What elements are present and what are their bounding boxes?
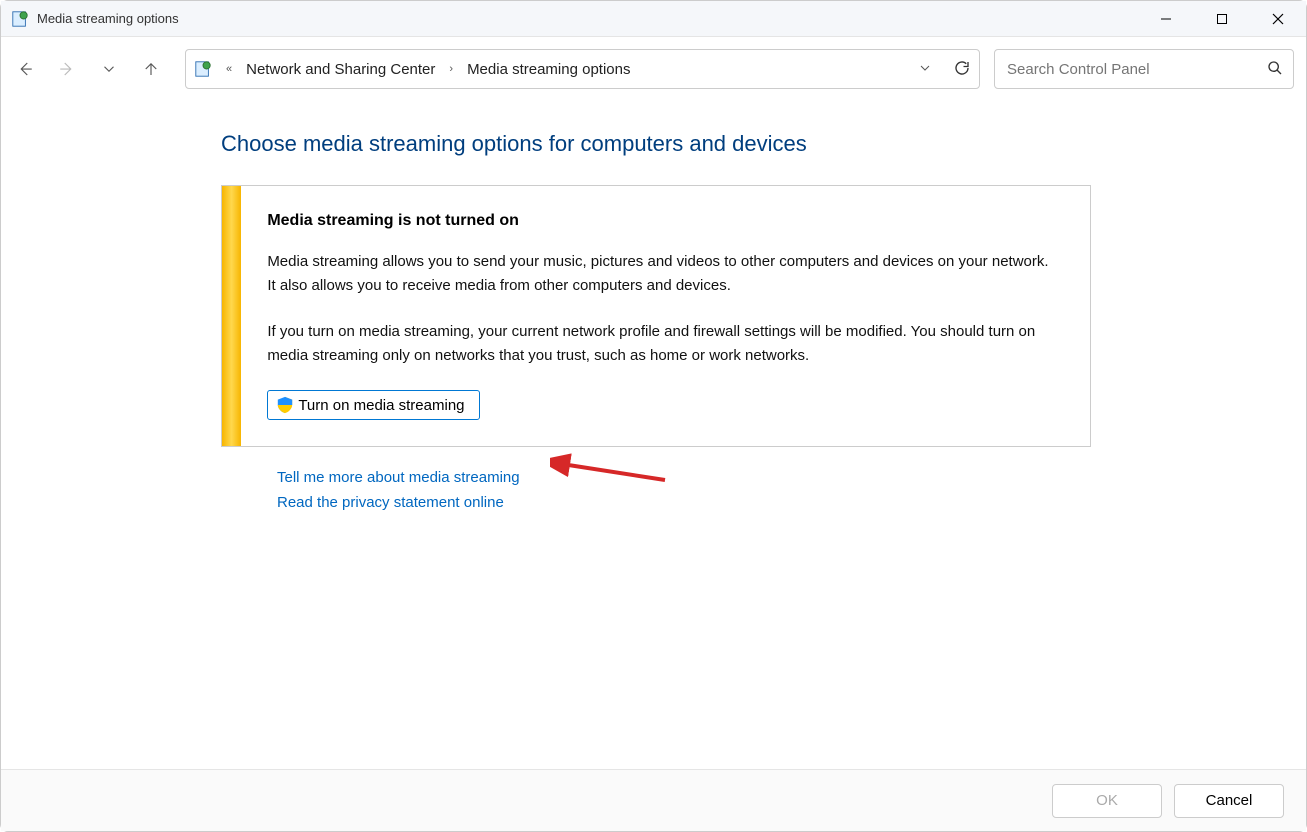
maximize-button[interactable] — [1194, 1, 1250, 36]
breadcrumb-prefix-icon: « — [226, 63, 232, 75]
refresh-icon[interactable] — [953, 59, 971, 80]
chevron-right-icon: › — [449, 63, 453, 75]
location-icon — [194, 60, 212, 78]
titlebar: Media streaming options — [1, 1, 1306, 37]
turn-on-media-streaming-button[interactable]: Turn on media streaming — [267, 390, 479, 420]
breadcrumb-item[interactable]: Media streaming options — [467, 61, 630, 78]
nav-up-button[interactable] — [131, 49, 171, 89]
info-panel: Media streaming is not turned on Media s… — [221, 185, 1091, 447]
dialog-footer: OK Cancel — [1, 769, 1306, 831]
address-dropdown-icon[interactable] — [917, 60, 933, 79]
ok-button: OK — [1052, 784, 1162, 818]
annotation-arrow-icon — [550, 452, 670, 492]
cancel-button[interactable]: Cancel — [1174, 784, 1284, 818]
content-area: Choose media streaming options for compu… — [1, 101, 1306, 769]
address-bar[interactable]: « Network and Sharing Center › Media str… — [185, 49, 980, 89]
nav-recent-dropdown[interactable] — [89, 49, 129, 89]
window-title: Media streaming options — [37, 11, 179, 26]
app-icon — [11, 10, 29, 28]
navigation-bar: « Network and Sharing Center › Media str… — [1, 37, 1306, 101]
nav-forward-button[interactable] — [47, 49, 87, 89]
info-paragraph: Media streaming allows you to send your … — [267, 250, 1060, 298]
close-button[interactable] — [1250, 1, 1306, 36]
nav-back-button[interactable] — [5, 49, 45, 89]
breadcrumb-item[interactable]: Network and Sharing Center — [246, 61, 435, 78]
warning-stripe — [222, 186, 241, 446]
minimize-button[interactable] — [1138, 1, 1194, 36]
page-title: Choose media streaming options for compu… — [221, 131, 1306, 157]
info-paragraph: If you turn on media streaming, your cur… — [267, 320, 1060, 368]
search-box[interactable] — [994, 49, 1294, 89]
info-title: Media streaming is not turned on — [267, 212, 1060, 230]
privacy-statement-link[interactable]: Read the privacy statement online — [277, 494, 1306, 511]
search-icon[interactable] — [1267, 60, 1283, 79]
search-input[interactable] — [1007, 61, 1281, 78]
uac-shield-icon — [276, 396, 294, 414]
button-label: Turn on media streaming — [298, 397, 464, 414]
tell-me-more-link[interactable]: Tell me more about media streaming — [277, 469, 1306, 486]
